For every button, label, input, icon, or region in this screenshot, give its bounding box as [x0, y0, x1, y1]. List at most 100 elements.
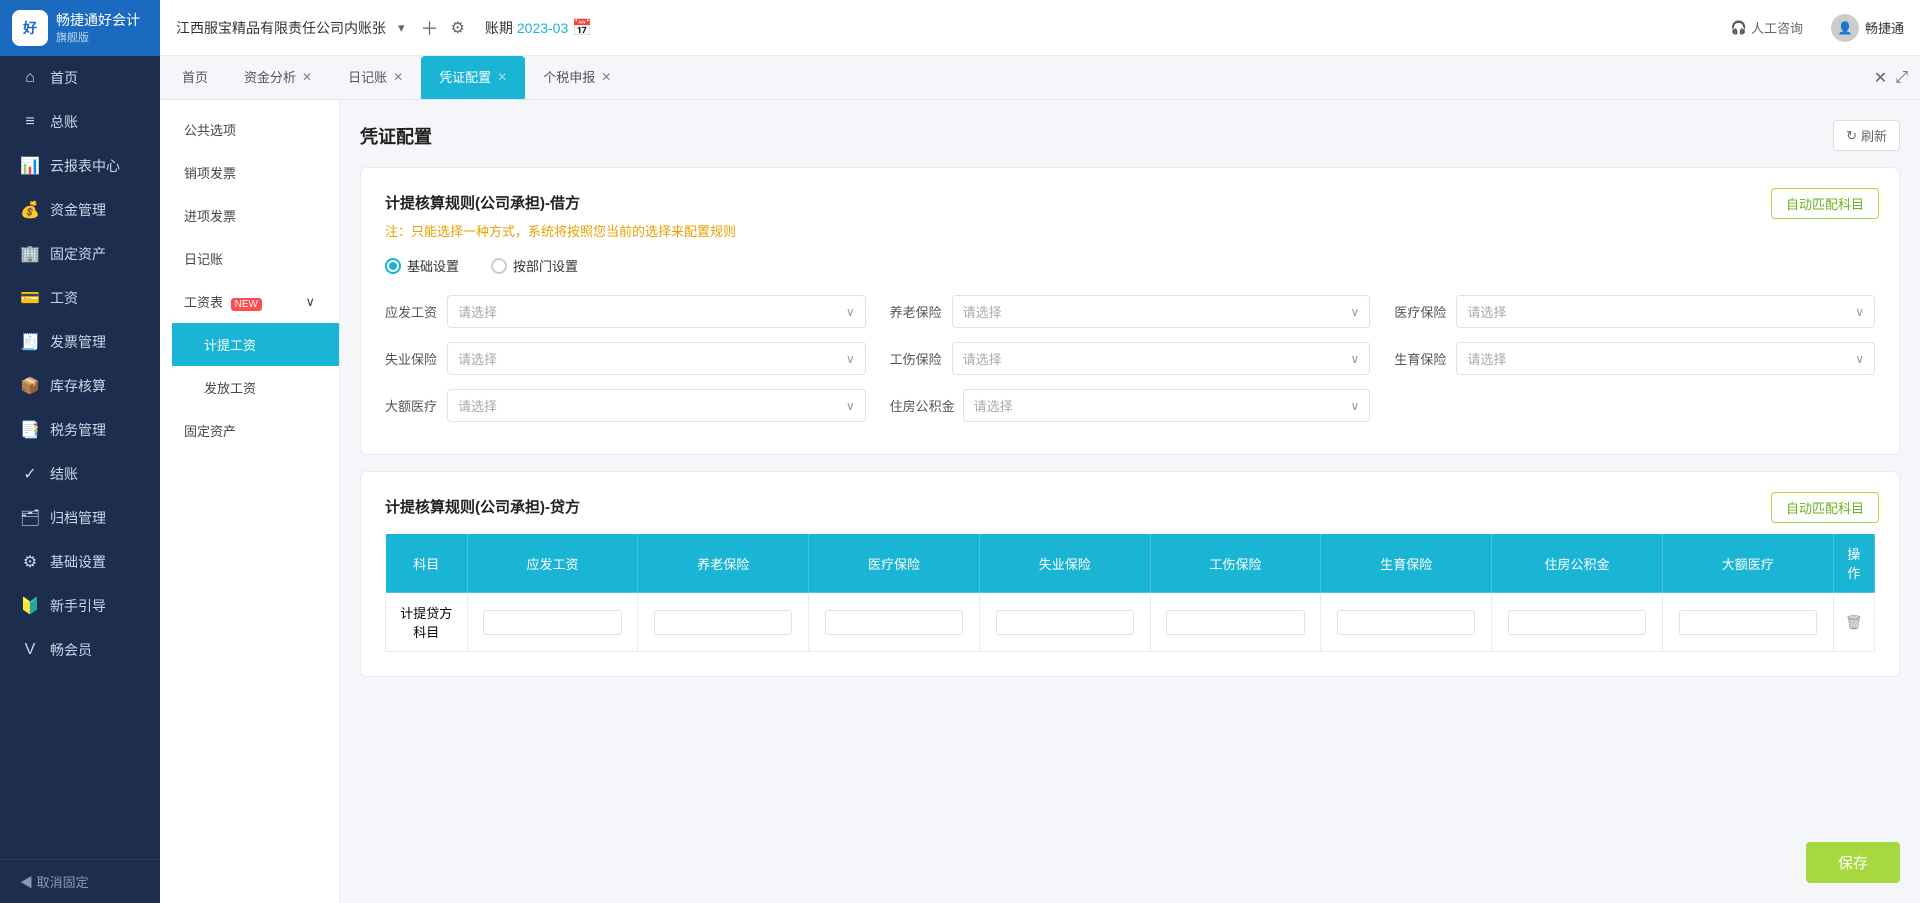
left-nav-public[interactable]: 公共选项 — [160, 108, 339, 151]
tab-close-journal[interactable]: ✕ — [393, 70, 403, 84]
input-zfgjj[interactable] — [1508, 610, 1646, 635]
input-sybx[interactable] — [996, 610, 1134, 635]
sidebar-item-reports[interactable]: 📊 云报表中心 — [0, 144, 160, 188]
calendar-icon[interactable]: 📅 — [572, 18, 592, 38]
sidebar-item-salary[interactable]: 💳 工资 — [0, 276, 160, 320]
left-nav-calc-salary[interactable]: 计提工资 — [172, 323, 339, 366]
field-ylbx: 养老保险 请选择 ∨ — [890, 295, 1371, 328]
field-select-yfgz[interactable]: 请选择 ∨ — [447, 295, 866, 328]
th-yfgz: 应发工资 — [467, 534, 638, 593]
field-label-gsbx: 工伤保险 — [890, 349, 944, 368]
th-ylbx2: 医疗保险 — [809, 534, 980, 593]
maximize-button[interactable]: ⤢ — [1895, 69, 1908, 87]
sidebar-item-archive[interactable]: 🗂 归档管理 — [0, 496, 160, 540]
sidebar-item-invoice[interactable]: 🧾 发票管理 — [0, 320, 160, 364]
refresh-button[interactable]: ↻ 刷新 — [1833, 120, 1900, 151]
tabs-right: ✕ ⤢ — [1874, 56, 1916, 99]
credit-section-title: 计提核算规则(公司承担)-贷方 — [385, 496, 1875, 517]
input-dely[interactable] — [1679, 610, 1817, 635]
field-select-dely[interactable]: 请选择 ∨ — [447, 389, 866, 422]
home-icon: ⌂ — [20, 69, 40, 87]
avatar-icon: 👤 — [1838, 21, 1853, 35]
cancel-fixed-button[interactable]: ◀ 取消固定 — [0, 859, 160, 903]
company-dropdown[interactable]: ▾ — [398, 20, 405, 36]
checkout-icon: ✓ — [20, 464, 40, 484]
sidebar-nav: ⌂ 首页 ≡ 总账 📊 云报表中心 💰 资金管理 🏢 固定资产 💳 工资 🧾 发… — [0, 56, 160, 859]
settings-gear-icon[interactable]: ⚙ — [451, 18, 465, 38]
sidebar-item-fixed-assets[interactable]: 🏢 固定资产 — [0, 232, 160, 276]
add-button[interactable]: ＋ — [421, 15, 439, 41]
left-nav-sales-invoice[interactable]: 销项发票 — [160, 151, 339, 194]
field-sybx: 失业保险 请选择 ∨ — [385, 342, 866, 375]
input-ylbx2[interactable] — [825, 610, 963, 635]
tab-close-voucher-config[interactable]: ✕ — [497, 70, 507, 84]
support-button[interactable]: 🎧 人工咨询 — [1731, 18, 1803, 37]
tab-close-capital-analysis[interactable]: ✕ — [302, 70, 312, 84]
auto-match-credit-button[interactable]: 自动匹配科目 — [1771, 492, 1879, 523]
cell-dely — [1662, 593, 1833, 652]
app-name: 畅捷通好会计 — [56, 11, 140, 29]
sidebar-item-guide[interactable]: 🔰 新手引导 — [0, 584, 160, 628]
close-tab-button[interactable]: ✕ — [1874, 68, 1887, 88]
sidebar-item-ledger[interactable]: ≡ 总账 — [0, 100, 160, 144]
field-select-zfgjj[interactable]: 请选择 ∨ — [963, 389, 1371, 422]
field-ylbx2: 医疗保险 请选择 ∨ — [1394, 295, 1875, 328]
tab-tax-report[interactable]: 个税申报 ✕ — [525, 56, 629, 99]
inventory-icon: 📦 — [20, 376, 40, 396]
page-title: 凭证配置 — [360, 123, 432, 149]
left-nav-purchase-invoice[interactable]: 进项发票 — [160, 194, 339, 237]
company-name: 江西服宝精品有限责任公司内账张 — [176, 18, 386, 38]
sidebar-item-tax[interactable]: 📑 税务管理 — [0, 408, 160, 452]
field-select-sybx[interactable]: 请选择 ∨ — [447, 342, 866, 375]
tab-home[interactable]: 首页 — [164, 56, 226, 99]
app-sub: 旗舰版 — [56, 29, 140, 45]
input-yfgz[interactable] — [483, 610, 621, 635]
input-sybx2[interactable] — [1337, 610, 1475, 635]
tab-capital-analysis[interactable]: 资金分析 ✕ — [226, 56, 330, 99]
auto-match-debit-button[interactable]: 自动匹配科目 — [1771, 188, 1879, 219]
left-nav-group-salary: 工资表 NEW ∨ 计提工资 发放工资 — [160, 280, 339, 409]
radio-basic[interactable]: 基础设置 — [385, 256, 459, 275]
chevron-down-icon: ∨ — [305, 294, 315, 310]
invoice-icon: 🧾 — [20, 332, 40, 352]
tabs-bar: 首页 资金分析 ✕ 日记账 ✕ 凭证配置 ✕ 个税申报 ✕ ✕ ⤢ — [160, 56, 1920, 100]
radio-by-dept[interactable]: 按部门设置 — [491, 256, 578, 275]
field-select-sybx2[interactable]: 请选择 ∨ — [1456, 342, 1875, 375]
radio-basic-circle — [385, 258, 401, 274]
th-gsbx: 工伤保险 — [1150, 534, 1321, 593]
sidebar-item-member[interactable]: V 畅会员 — [0, 628, 160, 672]
period-selector[interactable]: 账期 2023-03 📅 — [485, 18, 592, 38]
input-ylbx[interactable] — [654, 610, 792, 635]
tab-journal[interactable]: 日记账 ✕ — [330, 56, 421, 99]
debit-section-card: 自动匹配科目 计提核算规则(公司承担)-借方 注：只能选择一种方式，系统将按照您… — [360, 167, 1900, 455]
field-select-gsbx[interactable]: 请选择 ∨ — [952, 342, 1371, 375]
input-gsbx[interactable] — [1166, 610, 1304, 635]
sidebar-item-settings[interactable]: ⚙ 基础设置 — [0, 540, 160, 584]
debit-radio-group: 基础设置 按部门设置 — [385, 256, 1875, 275]
left-nav-pay-salary[interactable]: 发放工资 — [172, 366, 339, 409]
chevron-down-icon: ∨ — [846, 352, 855, 366]
chevron-down-icon: ∨ — [1351, 352, 1360, 366]
left-nav-group-salary-header[interactable]: 工资表 NEW ∨ — [160, 280, 339, 323]
sidebar-item-checkout[interactable]: ✓ 结账 — [0, 452, 160, 496]
sidebar-item-inventory[interactable]: 📦 库存核算 — [0, 364, 160, 408]
credit-section-card: 自动匹配科目 计提核算规则(公司承担)-贷方 科目 应发工资 养老保险 医疗保险… — [360, 471, 1900, 677]
field-select-ylbx2[interactable]: 请选择 ∨ — [1456, 295, 1875, 328]
archive-icon: 🗂 — [20, 508, 40, 528]
left-nav-journal[interactable]: 日记账 — [160, 237, 339, 280]
tab-voucher-config[interactable]: 凭证配置 ✕ — [421, 56, 525, 99]
delete-icon[interactable]: 🗑 — [1845, 614, 1863, 630]
left-nav-fixed-assets[interactable]: 固定资产 — [160, 409, 339, 452]
refresh-icon: ↻ — [1846, 128, 1857, 144]
save-button[interactable]: 保存 — [1806, 842, 1900, 883]
cell-ylbx2 — [809, 593, 980, 652]
tab-close-tax-report[interactable]: ✕ — [601, 70, 611, 84]
cell-yfgz — [467, 593, 638, 652]
sidebar-item-capital[interactable]: 💰 资金管理 — [0, 188, 160, 232]
sidebar-item-home[interactable]: ⌂ 首页 — [0, 56, 160, 100]
field-select-ylbx[interactable]: 请选择 ∨ — [952, 295, 1371, 328]
debit-notice: 注：只能选择一种方式，系统将按照您当前的选择来配置规则 — [385, 221, 1875, 240]
user-menu[interactable]: 👤 畅捷通 — [1831, 14, 1904, 42]
fixed-assets-icon: 🏢 — [20, 244, 40, 264]
field-label-zfgjj: 住房公积金 — [890, 396, 955, 415]
